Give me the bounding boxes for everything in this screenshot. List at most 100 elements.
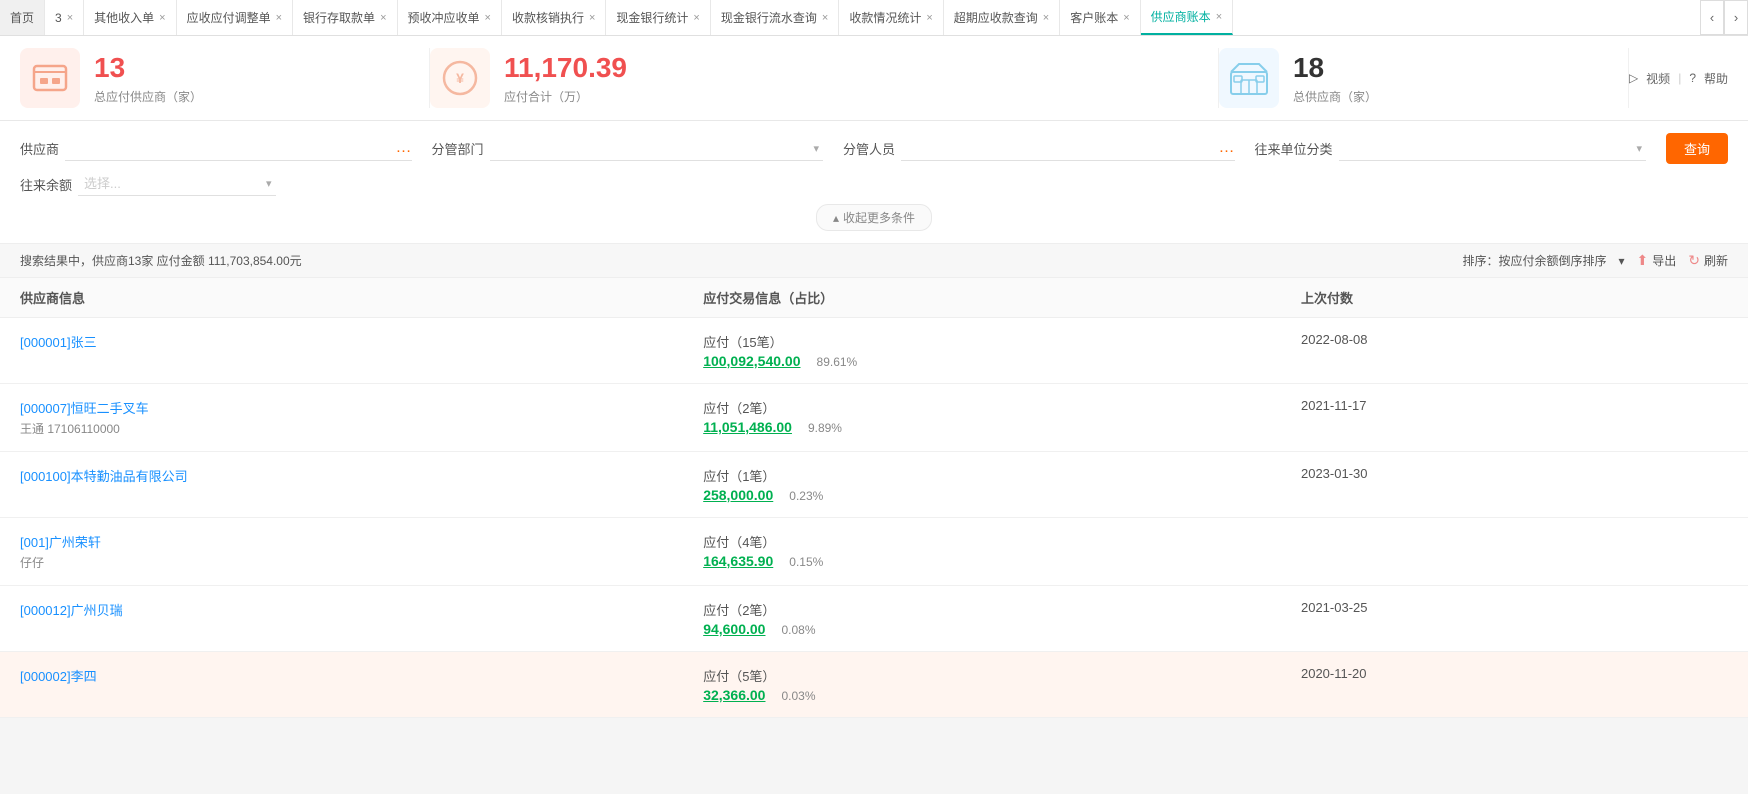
nav-tab-7[interactable]: 现金银行统计× (606, 0, 710, 35)
category-dropdown-arrow[interactable]: ▾ (1636, 142, 1646, 155)
supplier-link-3[interactable]: [001]广州荣轩 (20, 535, 101, 550)
nav-tab-1[interactable]: 3× (45, 0, 84, 35)
table-row: [000001]张三 应付（15笔） 100,092,540.00 89.61%… (0, 318, 1748, 384)
help-link[interactable]: 帮助 (1704, 70, 1728, 87)
nav-tab-2[interactable]: 其他收入单× (84, 0, 176, 35)
nav-next-arrow[interactable]: › (1724, 0, 1748, 35)
tab-close-icon-9[interactable]: × (926, 12, 932, 24)
tx-percent-2: 0.23% (789, 489, 823, 503)
query-button[interactable]: 查询 (1666, 133, 1728, 164)
supplier-filter-label: 供应商 (20, 139, 59, 158)
result-bar-right: 排序：按应付余额倒序排序 ▾ ⬆ 导出 ↻ 刷新 (1462, 252, 1728, 269)
tx-amount-link-2[interactable]: 258,000.00 (703, 487, 773, 503)
person-input[interactable] (901, 137, 1216, 160)
total-payable-amount: 11,170.39 (504, 51, 627, 85)
col-header-supplier: 供应商信息 (20, 288, 703, 307)
lastpay-date-1: 2021-11-17 (1301, 398, 1367, 413)
supplier-link-5[interactable]: [000002]李四 (20, 669, 97, 684)
lastpay-cell-1: 2021-11-17 (1301, 398, 1728, 413)
payable-supplier-icon (20, 48, 80, 108)
supplier-link-4[interactable]: [000012]广州贝瑞 (20, 603, 123, 618)
balance-dropdown-arrow[interactable]: ▾ (266, 177, 276, 190)
tx-amount-link-1[interactable]: 11,051,486.00 (703, 419, 792, 435)
nav-prev-arrow[interactable]: ‹ (1700, 0, 1724, 35)
nav-tab-0[interactable]: 首页 (0, 0, 45, 35)
supplier-link-2[interactable]: [000100]本特勤油品有限公司 (20, 469, 188, 484)
balance-filter-label: 往来余额 (20, 175, 72, 194)
category-input[interactable] (1339, 137, 1637, 160)
person-input-wrap: … (901, 137, 1234, 161)
supplier-input[interactable] (65, 137, 393, 160)
tab-close-icon-6[interactable]: × (589, 12, 595, 24)
tx-amount-link-5[interactable]: 32,366.00 (703, 687, 765, 703)
tab-close-icon-12[interactable]: × (1216, 11, 1222, 23)
total-suppliers-label: 总供应商（家） (1293, 88, 1377, 105)
tab-close-icon-1[interactable]: × (67, 12, 73, 24)
video-link[interactable]: 视频 (1646, 70, 1670, 87)
supplier-dots-icon[interactable]: … (396, 139, 412, 157)
nav-tab-12[interactable]: 供应商账本× (1141, 0, 1233, 35)
collapse-icon: ▴ (833, 211, 839, 225)
nav-tab-9[interactable]: 收款情况统计× (839, 0, 943, 35)
refresh-icon: ↻ (1688, 252, 1700, 269)
dept-input-wrap: ▾ (490, 137, 823, 161)
total-payable-label: 应付合计（万） (504, 88, 627, 105)
nav-tab-6[interactable]: 收款核销执行× (502, 0, 606, 35)
table-row: [000002]李四 应付（5笔） 32,366.00 0.03% 2020-1… (0, 652, 1748, 718)
tab-close-icon-4[interactable]: × (380, 12, 386, 24)
refresh-button[interactable]: ↻ 刷新 (1688, 252, 1728, 269)
tab-close-icon-8[interactable]: × (822, 12, 828, 24)
top-right-links: ▷ 视频 | ? 帮助 (1629, 70, 1728, 87)
tx-percent-3: 0.15% (789, 555, 823, 569)
filter-bar: 供应商 … 分管部门 ▾ 分管人员 … 往来单位分类 ▾ (0, 121, 1748, 244)
lastpay-cell-4: 2021-03-25 (1301, 600, 1728, 615)
tab-close-icon-5[interactable]: × (485, 12, 491, 24)
col-header-lastpay: 上次付数 (1301, 288, 1728, 307)
person-filter-label: 分管人员 (843, 139, 895, 158)
supplier-cell-1: [000007]恒旺二手叉车 王通 17106110000 (20, 398, 703, 437)
tab-close-icon-10[interactable]: × (1043, 12, 1049, 24)
nav-tab-8[interactable]: 现金银行流水查询× (711, 0, 839, 35)
tab-close-icon-2[interactable]: × (159, 12, 165, 24)
tx-percent-1: 9.89% (808, 421, 842, 435)
tx-amount-link-3[interactable]: 164,635.90 (703, 553, 773, 569)
col-header-transaction: 应付交易信息（占比） (703, 288, 1301, 307)
nav-tab-10[interactable]: 超期应收款查询× (944, 0, 1060, 35)
tab-close-icon-7[interactable]: × (693, 12, 699, 24)
export-label: 导出 (1652, 252, 1676, 269)
table-row: [000007]恒旺二手叉车 王通 17106110000 应付（2笔） 11,… (0, 384, 1748, 452)
payable-suppliers-count: 13 (94, 51, 202, 85)
lastpay-date-2: 2023-01-30 (1301, 466, 1368, 481)
tab-close-icon-11[interactable]: × (1123, 12, 1129, 24)
tx-percent-0: 89.61% (817, 355, 858, 369)
supplier-link-0[interactable]: [000001]张三 (20, 335, 97, 350)
summary-payable-suppliers-info: 13 总应付供应商（家） (94, 51, 202, 105)
tx-label-0: 应付（15笔） (703, 332, 1301, 351)
table-header: 供应商信息 应付交易信息（占比） 上次付数 (0, 278, 1748, 318)
sort-dropdown-arrow[interactable]: ▾ (1618, 254, 1624, 268)
person-dots-icon[interactable]: … (1219, 139, 1235, 157)
dept-filter-label: 分管部门 (432, 139, 484, 158)
supplier-cell-5: [000002]李四 (20, 666, 703, 685)
nav-tab-4[interactable]: 银行存取款单× (293, 0, 397, 35)
balance-input[interactable] (78, 172, 266, 195)
export-button[interactable]: ⬆ 导出 (1637, 252, 1677, 269)
supplier-link-1[interactable]: [000007]恒旺二手叉车 (20, 401, 149, 416)
tx-amount-link-4[interactable]: 94,600.00 (703, 621, 765, 637)
dept-input[interactable] (490, 137, 814, 160)
collapse-button[interactable]: ▴ 收起更多条件 (816, 204, 932, 231)
transaction-cell-1: 应付（2笔） 11,051,486.00 9.89% (703, 398, 1301, 435)
person-filter: 分管人员 … (843, 137, 1235, 161)
summary-bar: 13 总应付供应商（家） ¥ 11,170.39 应付合计（万） (0, 36, 1748, 121)
data-table: 供应商信息 应付交易信息（占比） 上次付数 [000001]张三 应付（15笔）… (0, 278, 1748, 718)
dept-dropdown-arrow[interactable]: ▾ (813, 142, 823, 155)
nav-tab-11[interactable]: 客户账本× (1060, 0, 1140, 35)
filter-row-1: 供应商 … 分管部门 ▾ 分管人员 … 往来单位分类 ▾ (20, 133, 1728, 164)
nav-tab-5[interactable]: 预收冲应收单× (398, 0, 502, 35)
nav-tab-3[interactable]: 应收应付调整单× (177, 0, 293, 35)
tab-close-icon-3[interactable]: × (276, 12, 282, 24)
total-supplier-icon (1219, 48, 1279, 108)
category-filter: 往来单位分类 ▾ (1255, 137, 1647, 161)
tx-amount-link-0[interactable]: 100,092,540.00 (703, 353, 800, 369)
help-icon: ? (1689, 71, 1696, 85)
